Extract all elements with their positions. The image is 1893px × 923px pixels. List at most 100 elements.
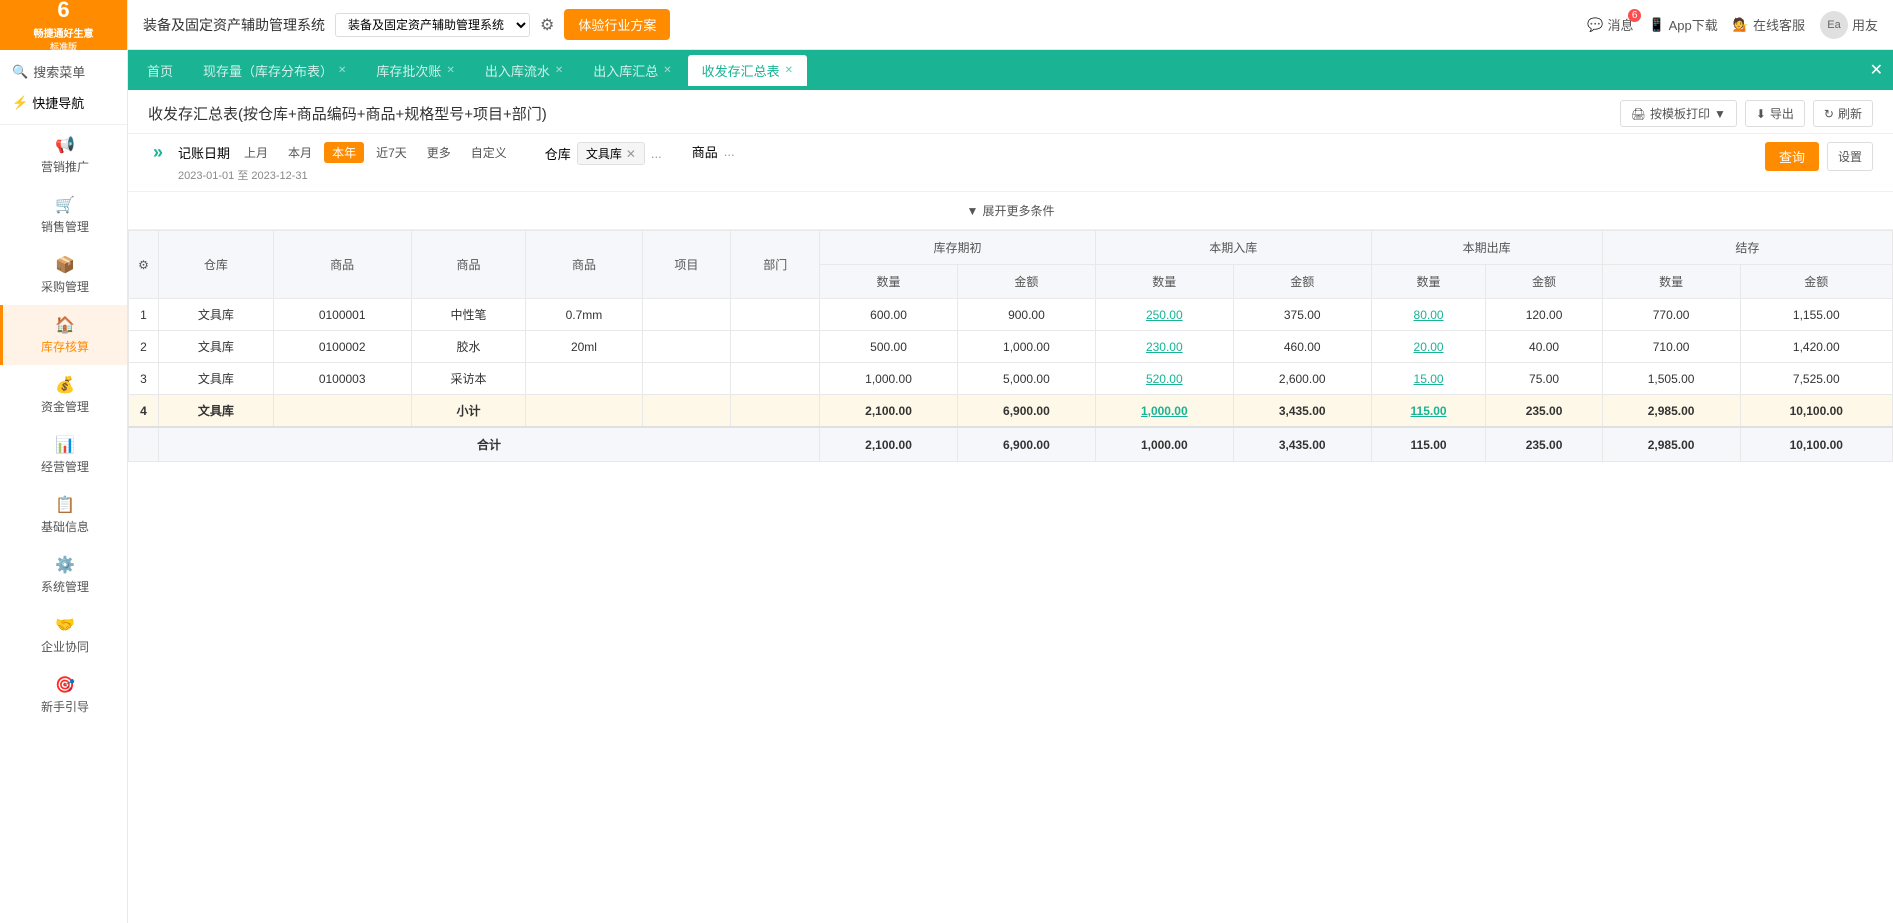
tab-inout-summary[interactable]: 出入库汇总 ✕ <box>579 55 685 86</box>
sidebar-item-finance[interactable]: 💰 资金管理 <box>0 365 127 425</box>
tab-inventory-dist-close[interactable]: ✕ <box>338 65 346 76</box>
table-row: 2文具库0100002胶水20ml500.001,000.00230.00460… <box>129 331 1893 363</box>
app-download-action[interactable]: 📱 App下载 <box>1648 15 1717 34</box>
search-menu-button[interactable]: 🔍 搜索菜单 <box>8 58 119 85</box>
export-icon: ⬇ <box>1756 107 1766 121</box>
sidebar-item-sales[interactable]: 🛒 销售管理 <box>0 185 127 245</box>
footer-row: 合计 2,100.00 6,900.00 1,000.00 3,435.00 1… <box>129 427 1893 462</box>
sidebar-item-operations[interactable]: 📊 经营管理 <box>0 425 127 485</box>
warehouse-tag-close[interactable]: ✕ <box>626 147 636 161</box>
app-download-label: App下载 <box>1669 15 1718 34</box>
row-in-amt: 460.00 <box>1233 331 1371 363</box>
refresh-icon: ↻ <box>1824 107 1834 121</box>
logo-title: 畅捷通好生意 <box>34 25 94 40</box>
table-header-group: ⚙ 仓库 商品 商品 商品 项目 部门 库存期初 本期入库 本期出库 结存 <box>129 231 1893 265</box>
online-service-action[interactable]: 💁 在线客服 <box>1733 15 1805 34</box>
row-no: 4 <box>129 395 159 428</box>
quick-nav-item[interactable]: ⚡ 快捷导航 <box>8 89 119 116</box>
operations-icon: 📊 <box>55 435 75 455</box>
tab-inout-flow[interactable]: 出入库流水 ✕ <box>471 55 577 86</box>
warehouse-label: 仓库 <box>545 144 571 163</box>
tab-recv-summary-close[interactable]: ✕ <box>785 65 793 76</box>
row-out-qty: 115.00 <box>1371 395 1486 428</box>
refresh-button[interactable]: ↻ 刷新 <box>1813 100 1873 127</box>
quick-nav-icon: ⚡ <box>12 95 28 111</box>
page-title: 收发存汇总表(按仓库+商品编码+商品+规格型号+项目+部门) <box>148 103 547 124</box>
message-action[interactable]: 💬 消息 6 <box>1587 15 1633 34</box>
tab-recv-summary[interactable]: 收发存汇总表 ✕ <box>688 55 807 86</box>
row-close-amt: 1,155.00 <box>1740 299 1892 331</box>
tab-inventory-dist[interactable]: 现存量（库存分布表） ✕ <box>189 55 360 86</box>
print-icon: 🖨 <box>1631 107 1646 121</box>
tab-batch[interactable]: 库存批次账 ✕ <box>362 55 468 86</box>
footer-close-qty: 2,985.00 <box>1602 427 1740 462</box>
sidebar-item-label: 基础信息 <box>41 518 89 535</box>
date-btn-7days[interactable]: 近7天 <box>368 142 415 163</box>
col-spec: 商品 <box>526 231 642 299</box>
row-close-qty: 710.00 <box>1602 331 1740 363</box>
trial-button[interactable]: 体验行业方案 <box>564 9 670 40</box>
row-open-amt: 6,900.00 <box>957 395 1095 428</box>
tab-inout-summary-close[interactable]: ✕ <box>663 65 671 76</box>
date-btn-this-month[interactable]: 本月 <box>280 142 320 163</box>
sidebar-item-purchase[interactable]: 📦 采购管理 <box>0 245 127 305</box>
date-btn-more[interactable]: 更多 <box>419 142 459 163</box>
sidebar-item-label: 新手引导 <box>41 698 89 715</box>
settings-button[interactable]: ⚙ <box>540 15 554 35</box>
table-body: 1文具库0100001中性笔0.7mm600.00900.00250.00375… <box>129 299 1893 428</box>
sidebar-item-marketing[interactable]: 📢 营销推广 <box>0 125 127 185</box>
warehouse-tag: 文具库 ✕ <box>577 142 645 165</box>
date-btn-last-month[interactable]: 上月 <box>236 142 276 163</box>
print-button[interactable]: 🖨 按模板打印 ▼ <box>1620 100 1737 127</box>
sidebar-item-collab[interactable]: 🤝 企业协同 <box>0 605 127 665</box>
sidebar-item-basic[interactable]: 📋 基础信息 <box>0 485 127 545</box>
tab-batch-close[interactable]: ✕ <box>446 65 454 76</box>
warehouse-tag-text: 文具库 <box>586 145 622 162</box>
product-filter: 商品 ... <box>692 142 735 161</box>
row-in-qty[interactable]: 520.00 <box>1095 363 1233 395</box>
col-settings[interactable]: ⚙ <box>129 231 159 299</box>
row-spec <box>526 363 642 395</box>
toolbar: 🖨 按模板打印 ▼ ⬇ 导出 ↻ 刷新 <box>1620 100 1873 127</box>
sidebar-item-newbie[interactable]: 🎯 新手引导 <box>0 665 127 725</box>
row-in-qty[interactable]: 230.00 <box>1095 331 1233 363</box>
tab-inout-summary-label: 出入库汇总 <box>593 61 658 80</box>
footer-in-amt: 3,435.00 <box>1233 427 1371 462</box>
row-out-amt: 75.00 <box>1486 363 1602 395</box>
filter-toggle-button[interactable]: » <box>148 142 168 163</box>
expand-button[interactable]: ▼ 展开更多条件 <box>957 198 1065 223</box>
col-group-opening: 库存期初 <box>820 231 1096 265</box>
header-right: 💬 消息 6 📱 App下载 💁 在线客服 Ea 用友 <box>1587 11 1878 39</box>
data-table: ⚙ 仓库 商品 商品 商品 项目 部门 库存期初 本期入库 本期出库 结存 数量 <box>128 230 1893 462</box>
top-header: 装备及固定资产辅助管理系统 装备及固定资产辅助管理系统 ⚙ 体验行业方案 💬 消… <box>128 0 1893 50</box>
user-action[interactable]: Ea 用友 <box>1820 11 1878 39</box>
export-button[interactable]: ⬇ 导出 <box>1745 100 1805 127</box>
row-dept <box>731 299 820 331</box>
col-dept: 部门 <box>731 231 820 299</box>
tab-home[interactable]: 首页 <box>133 55 187 86</box>
product-filter-dots[interactable]: ... <box>724 144 735 159</box>
row-close-amt: 7,525.00 <box>1740 363 1892 395</box>
row-in-qty[interactable]: 250.00 <box>1095 299 1233 331</box>
setting-button[interactable]: 设置 <box>1827 142 1873 171</box>
row-out-amt: 235.00 <box>1486 395 1602 428</box>
row-no: 2 <box>129 331 159 363</box>
col-in-amt: 金额 <box>1233 265 1371 299</box>
tab-inout-flow-close[interactable]: ✕ <box>555 65 563 76</box>
system-selector[interactable]: 装备及固定资产辅助管理系统 <box>335 13 530 37</box>
col-in-qty: 数量 <box>1095 265 1233 299</box>
date-btn-custom[interactable]: 自定义 <box>463 142 515 163</box>
row-out-qty[interactable]: 80.00 <box>1371 299 1486 331</box>
row-out-qty[interactable]: 15.00 <box>1371 363 1486 395</box>
expand-row: ▼ 展开更多条件 <box>128 192 1893 230</box>
query-button[interactable]: 查询 <box>1765 142 1819 171</box>
sidebar-item-system[interactable]: ⚙️ 系统管理 <box>0 545 127 605</box>
sidebar-item-inventory[interactable]: 🏠 库存核算 <box>0 305 127 365</box>
date-label: 记账日期 <box>178 143 230 162</box>
row-out-qty[interactable]: 20.00 <box>1371 331 1486 363</box>
footer-out-amt: 235.00 <box>1486 427 1602 462</box>
warehouse-filter-dots[interactable]: ... <box>651 146 662 161</box>
date-btn-this-year[interactable]: 本年 <box>324 142 364 163</box>
row-open-qty: 1,000.00 <box>820 363 958 395</box>
tab-bar-close[interactable]: ✕ <box>1865 60 1888 80</box>
